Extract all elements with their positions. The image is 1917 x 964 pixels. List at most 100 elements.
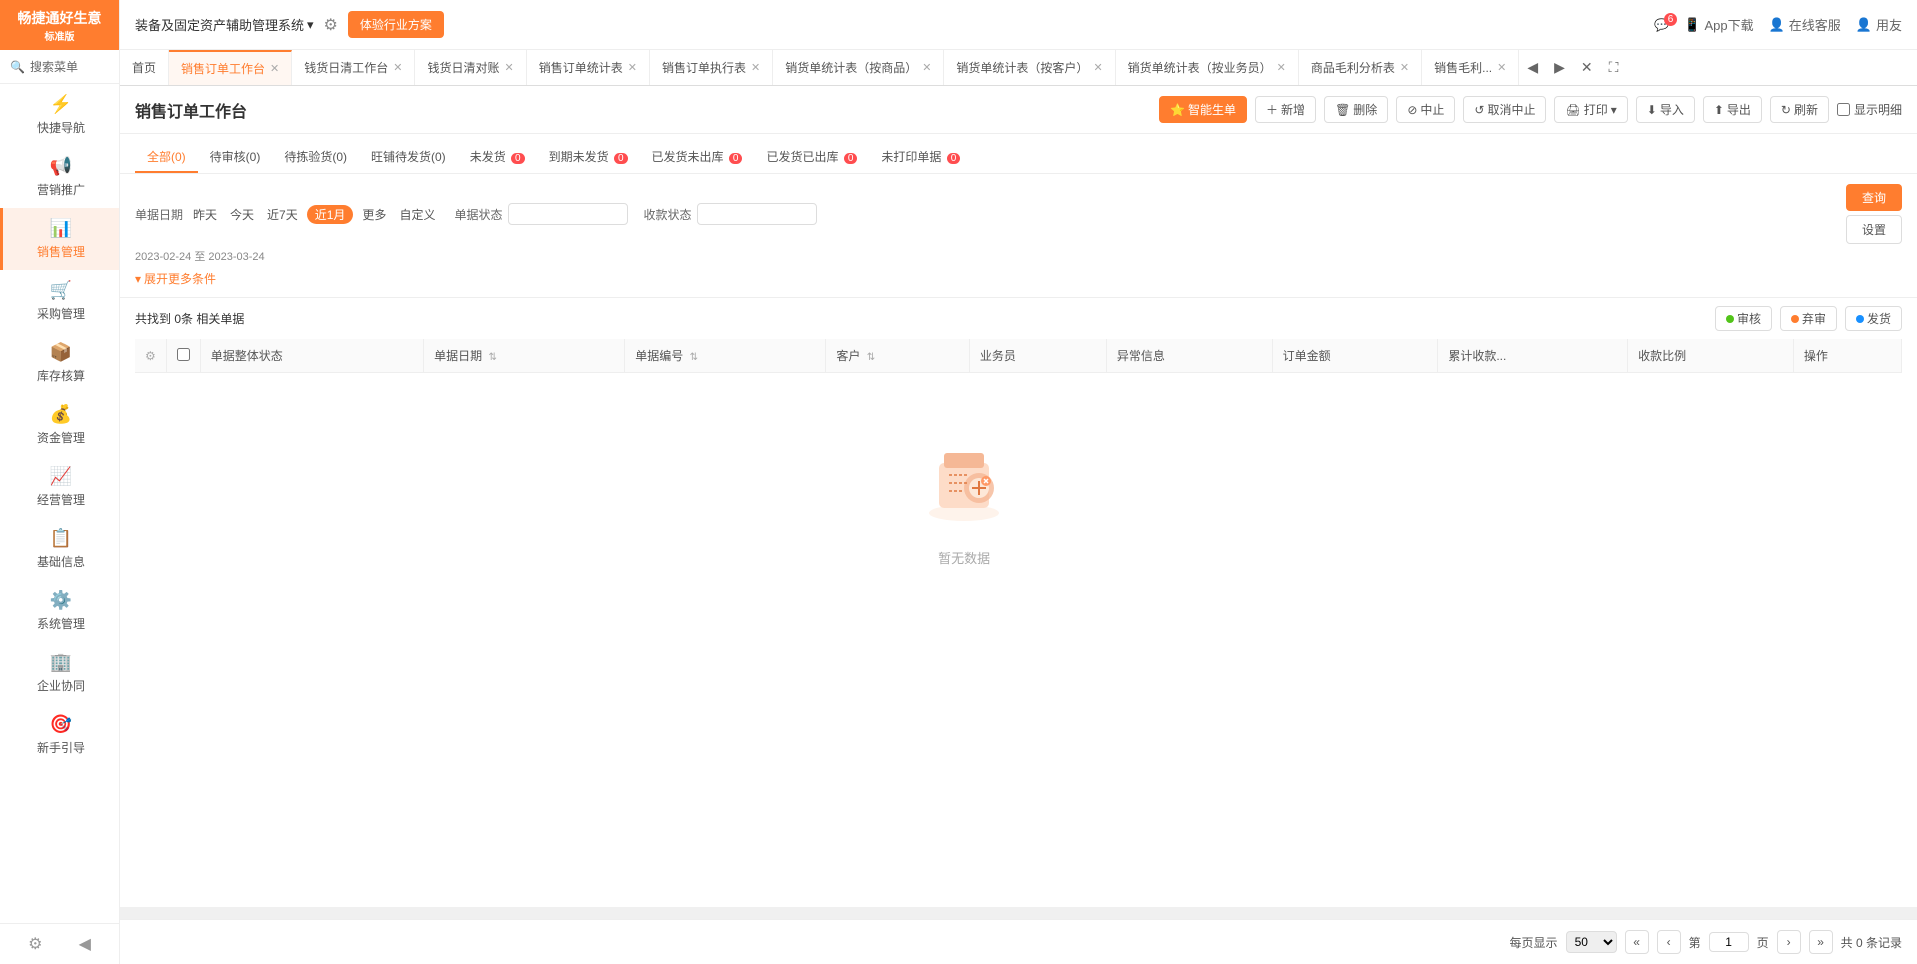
sidebar-item-quick-nav[interactable]: ⚡ 快捷导航 [0,84,119,146]
tab-close-icon[interactable]: ✕ [1497,61,1506,74]
tab-close-icon[interactable]: ✕ [1400,61,1409,74]
tab-product-margin[interactable]: 商品毛利分析表 ✕ [1299,50,1422,86]
tab-sales-more[interactable]: 销售毛利... ✕ [1422,50,1519,86]
sidebar-item-sales[interactable]: 📊 销售管理 [0,208,119,270]
sub-tab-wangpu[interactable]: 旺铺待发货(0) [359,142,458,173]
settings-icon[interactable]: ⚙ [324,15,338,35]
tab-fullscreen[interactable]: ⛶ [1601,50,1627,86]
sidebar-item-operation[interactable]: 📈 经营管理 [0,456,119,518]
tab-cash-daily[interactable]: 钱货日清工作台 ✕ [292,50,415,86]
table-config-header[interactable]: ⚙ [135,339,166,373]
online-service-btn[interactable]: 👤 在线客服 [1769,15,1841,34]
delete-button[interactable]: 🗑 删除 [1324,96,1388,123]
col-salesman[interactable]: 业务员 [969,339,1106,373]
prev-page-btn[interactable]: ‹ [1657,930,1681,954]
last-page-btn[interactable]: » [1809,930,1833,954]
stop-button[interactable]: ⊘ 中止 [1396,96,1455,123]
page-number-input[interactable] [1709,932,1749,952]
new-button[interactable]: ＋ 新增 [1255,96,1316,123]
col-collect-ratio[interactable]: 收款比例 [1628,339,1794,373]
import-button[interactable]: ⬇ 导入 [1636,96,1695,123]
sub-tab-not-printed[interactable]: 未打印单据 0 [869,142,972,173]
date-opt-more[interactable]: 更多 [358,204,390,225]
col-collected[interactable]: 累计收款... [1438,339,1628,373]
tab-sales-stats[interactable]: 销售订单统计表 ✕ [527,50,650,86]
cancel-review-button[interactable]: 弃审 [1780,306,1837,331]
col-bill-status[interactable]: 单据整体状态 [200,339,423,373]
tab-close-icon[interactable]: ✕ [922,61,931,74]
refresh-button[interactable]: ↻ 刷新 [1770,96,1829,123]
sidebar-item-enterprise[interactable]: 🏢 企业协同 [0,642,119,704]
tab-sales-customer[interactable]: 销货单统计表（按客户） ✕ [944,50,1115,86]
ship-button[interactable]: 发货 [1845,306,1902,331]
settings-bottom-icon[interactable]: ⚙ [28,934,42,954]
select-all-checkbox[interactable] [177,348,190,361]
tab-home[interactable]: 首页 [120,50,169,86]
col-order-amount[interactable]: 订单金额 [1272,339,1438,373]
page-size-select[interactable]: 10 20 50 100 [1566,931,1617,953]
sidebar-item-beginner[interactable]: 🎯 新手引导 [0,704,119,766]
date-opt-today[interactable]: 今天 [226,204,258,225]
tab-sales-product[interactable]: 销货单统计表（按商品） ✕ [773,50,944,86]
tab-sales-workbench[interactable]: 销售订单工作台 ✕ [169,50,292,86]
settings-button[interactable]: 设置 [1846,215,1902,244]
col-bill-date[interactable]: 单据日期 ⇅ [424,339,625,373]
tab-sales-exec[interactable]: 销售订单执行表 ✕ [650,50,773,86]
smart-create-button[interactable]: ⭐ 智能生单 [1159,96,1247,123]
tab-close-icon[interactable]: ✕ [505,61,514,74]
sub-tab-pending-review[interactable]: 待审核(0) [198,142,273,173]
app-download-btn[interactable]: 📱 App下载 [1684,15,1753,34]
next-page-btn[interactable]: › [1777,930,1801,954]
sub-tab-not-shipped[interactable]: 未发货 0 [458,142,537,173]
table-checkbox-header[interactable] [166,339,200,373]
tab-cash-reconcile[interactable]: 钱货日清对账 ✕ [415,50,526,86]
sub-tab-expired[interactable]: 到期未发货 0 [537,142,640,173]
tab-sales-staff[interactable]: 销货单统计表（按业务员） ✕ [1116,50,1299,86]
sub-tab-shipped-not-in[interactable]: 已发货未出库 0 [640,142,755,173]
query-button[interactable]: 查询 [1846,184,1902,211]
tab-nav-next[interactable]: ▶ [1546,50,1573,86]
tab-close-icon[interactable]: ✕ [393,61,402,74]
bill-status-select[interactable] [508,203,628,225]
date-opt-1month[interactable]: 近1月 [307,205,354,224]
sidebar-item-finance[interactable]: 💰 资金管理 [0,394,119,456]
search-menu[interactable]: 🔍 搜索菜单 [0,50,119,84]
system-name[interactable]: 装备及固定资产辅助管理系统 ▾ [135,15,314,34]
col-bill-no[interactable]: 单据编号 ⇅ [625,339,826,373]
tab-close-icon[interactable]: ✕ [751,61,760,74]
col-abnormal[interactable]: 异常信息 [1106,339,1272,373]
cancel-stop-button[interactable]: ↺ 取消中止 [1463,96,1546,123]
export-button[interactable]: ⬆ 导出 [1703,96,1762,123]
sub-tab-shipped-in[interactable]: 已发货已出库 0 [754,142,869,173]
user-menu-btn[interactable]: 👤 用友 [1856,15,1902,34]
collapse-sidebar-icon[interactable]: ◀ [79,934,91,954]
sub-tab-all[interactable]: 全部(0) [135,142,198,173]
date-opt-7days[interactable]: 近7天 [263,204,302,225]
tab-close-icon[interactable]: ✕ [628,61,637,74]
sidebar-item-basic-info[interactable]: 📋 基础信息 [0,518,119,580]
horizontal-scrollbar[interactable] [120,907,1917,919]
sidebar-item-purchase[interactable]: 🛒 采购管理 [0,270,119,332]
print-button[interactable]: 🖨 打印 ▾ [1554,96,1627,123]
review-button[interactable]: 审核 [1715,306,1772,331]
sidebar-item-marketing[interactable]: 📢 营销推广 [0,146,119,208]
tab-close-icon[interactable]: ✕ [1277,61,1286,74]
industry-plan-button[interactable]: 体验行业方案 [348,11,444,38]
show-detail-input[interactable] [1837,103,1850,116]
expand-conditions-btn[interactable]: ▾ 展开更多条件 [135,270,216,287]
sidebar-item-sys-mgmt[interactable]: ⚙️ 系统管理 [0,580,119,642]
sub-tab-pending-inspect[interactable]: 待拣验货(0) [272,142,359,173]
payment-status-select[interactable] [697,203,817,225]
tab-label: 商品毛利分析表 [1311,59,1395,76]
sidebar-item-inventory[interactable]: 📦 库存核算 [0,332,119,394]
first-page-btn[interactable]: « [1625,930,1649,954]
date-opt-custom[interactable]: 自定义 [395,204,439,225]
show-detail-checkbox[interactable]: 显示明细 [1837,101,1902,118]
tab-close-all[interactable]: ✕ [1573,50,1601,86]
date-opt-yesterday[interactable]: 昨天 [189,204,221,225]
tab-close-icon[interactable]: ✕ [1093,61,1102,74]
tab-nav-prev[interactable]: ◀ [1519,50,1546,86]
tab-close-icon[interactable]: ✕ [270,62,279,75]
message-icon-wrapper[interactable]: 💬 6 [1654,18,1669,32]
col-customer[interactable]: 客户 ⇅ [826,339,969,373]
